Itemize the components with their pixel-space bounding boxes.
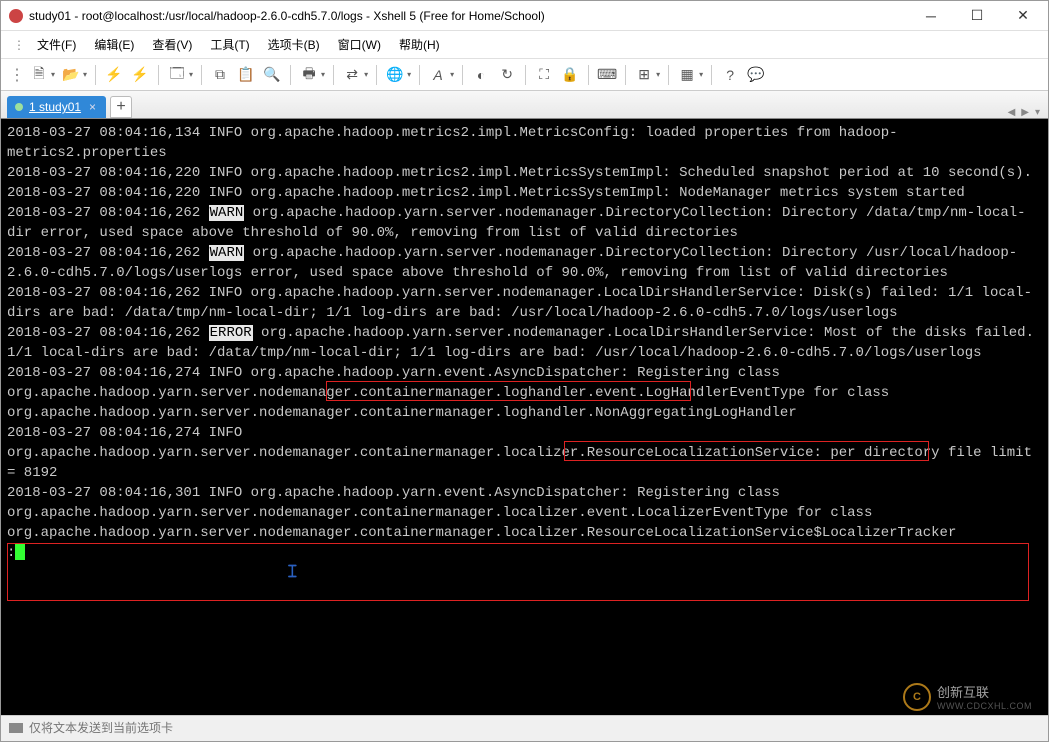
- watermark-logo: C: [903, 683, 931, 711]
- menubar-grip[interactable]: ⋮: [11, 38, 27, 52]
- close-button[interactable]: ✕: [1000, 2, 1046, 30]
- cascade-icon[interactable]: ▦: [675, 63, 699, 87]
- new-session-icon[interactable]: 🗎: [27, 63, 51, 87]
- tab-add-button[interactable]: +: [110, 96, 132, 118]
- text-cursor-icon: 𝙸: [286, 563, 299, 583]
- menubar: ⋮ 文件(F) 编辑(E) 查看(V) 工具(T) 选项卡(B) 窗口(W) 帮…: [1, 31, 1048, 59]
- disconnect-icon[interactable]: ⚡: [128, 63, 152, 87]
- log-level-badge: WARN: [209, 245, 245, 261]
- maximize-button[interactable]: ☐: [954, 2, 1000, 30]
- tab-status-dot: [15, 103, 23, 111]
- paste-icon[interactable]: 📋: [234, 63, 258, 87]
- open-icon[interactable]: 📂: [59, 63, 83, 87]
- send-text-input[interactable]: [29, 721, 1040, 735]
- reconnect-icon[interactable]: ⚡: [102, 63, 126, 87]
- find-icon[interactable]: 🔍: [260, 63, 284, 87]
- terminal-line: 2018-03-27 08:04:16,262 WARN org.apache.…: [7, 203, 1042, 243]
- terminal-line: 2018-03-27 08:04:16,220 INFO org.apache.…: [7, 163, 1042, 183]
- tab-study01[interactable]: 1 study01 ×: [7, 96, 106, 118]
- terminal-line: 2018-03-27 08:04:16,301 INFO org.apache.…: [7, 483, 1042, 543]
- minimize-button[interactable]: ─: [908, 2, 954, 30]
- toolbar-grip[interactable]: ⋮: [9, 65, 25, 85]
- color-scheme-icon[interactable]: ◐: [469, 63, 493, 87]
- globe-icon[interactable]: 🌐: [383, 63, 407, 87]
- terminal-cursor: [15, 544, 25, 560]
- log-level-badge: ERROR: [209, 325, 253, 341]
- watermark: C 创新互联 WWW.CDCXHL.COM: [903, 682, 1032, 711]
- watermark-text: 创新互联: [937, 682, 1032, 701]
- menu-view[interactable]: 查看(V): [144, 34, 200, 55]
- watermark-url: WWW.CDCXHL.COM: [937, 701, 1032, 711]
- terminal-output[interactable]: 𝙸 2018-03-27 08:04:16,134 INFO org.apach…: [1, 119, 1048, 715]
- terminal-line: 2018-03-27 08:04:16,134 INFO org.apache.…: [7, 123, 1042, 163]
- menu-edit[interactable]: 编辑(E): [86, 34, 142, 55]
- statusbar: [1, 715, 1048, 739]
- window-titlebar: study01 - root@localhost:/usr/local/hado…: [1, 1, 1048, 31]
- properties-icon[interactable]: 🗔: [165, 63, 189, 87]
- menu-window[interactable]: 窗口(W): [330, 34, 389, 55]
- tab-next-icon[interactable]: ▶: [1021, 107, 1029, 118]
- menu-tabs[interactable]: 选项卡(B): [260, 34, 328, 55]
- help-icon[interactable]: ?: [718, 63, 742, 87]
- menu-file[interactable]: 文件(F): [29, 34, 84, 55]
- window-title: study01 - root@localhost:/usr/local/hado…: [29, 9, 908, 23]
- send-mode-icon[interactable]: [9, 723, 23, 733]
- transfer-icon[interactable]: ⇄: [340, 63, 364, 87]
- tab-prev-icon[interactable]: ◀: [1008, 107, 1016, 118]
- terminal-line: 2018-03-27 08:04:16,220 INFO org.apache.…: [7, 183, 1042, 203]
- menu-help[interactable]: 帮助(H): [391, 34, 448, 55]
- terminal-line: 2018-03-27 08:04:16,274 INFO org.apache.…: [7, 423, 1042, 483]
- terminal-prompt: :: [7, 543, 1042, 563]
- menu-tools[interactable]: 工具(T): [202, 34, 257, 55]
- tabbar: 1 study01 × + ◀ ▶ ▾: [1, 91, 1048, 119]
- keyboard-icon[interactable]: ⌨: [595, 63, 619, 87]
- copy-icon[interactable]: ⧉: [208, 63, 232, 87]
- lock-icon[interactable]: 🔒: [558, 63, 582, 87]
- tab-label: 1 study01: [29, 100, 81, 114]
- refresh-icon[interactable]: ↻: [495, 63, 519, 87]
- feedback-icon[interactable]: 💬: [744, 63, 768, 87]
- terminal-line: 2018-03-27 08:04:16,262 INFO org.apache.…: [7, 283, 1042, 323]
- font-icon[interactable]: A: [426, 63, 450, 87]
- fullscreen-icon[interactable]: ⛶: [532, 63, 556, 87]
- terminal-line: 2018-03-27 08:04:16,262 WARN org.apache.…: [7, 243, 1042, 283]
- log-level-badge: WARN: [209, 205, 245, 221]
- app-icon: [9, 9, 23, 23]
- tab-list-icon[interactable]: ▾: [1035, 107, 1040, 118]
- terminal-line: 2018-03-27 08:04:16,274 INFO org.apache.…: [7, 363, 1042, 423]
- terminal-line: 2018-03-27 08:04:16,262 ERROR org.apache…: [7, 323, 1042, 363]
- print-icon[interactable]: 🖶: [297, 63, 321, 87]
- tab-close-icon[interactable]: ×: [89, 100, 96, 114]
- new-window-icon[interactable]: ⊞: [632, 63, 656, 87]
- toolbar: ⋮ 🗎▾ 📂▾ ⚡ ⚡ 🗔▾ ⧉ 📋 🔍 🖶▾ ⇄▾ 🌐▾ A▾ ◐ ↻ ⛶ 🔒…: [1, 59, 1048, 91]
